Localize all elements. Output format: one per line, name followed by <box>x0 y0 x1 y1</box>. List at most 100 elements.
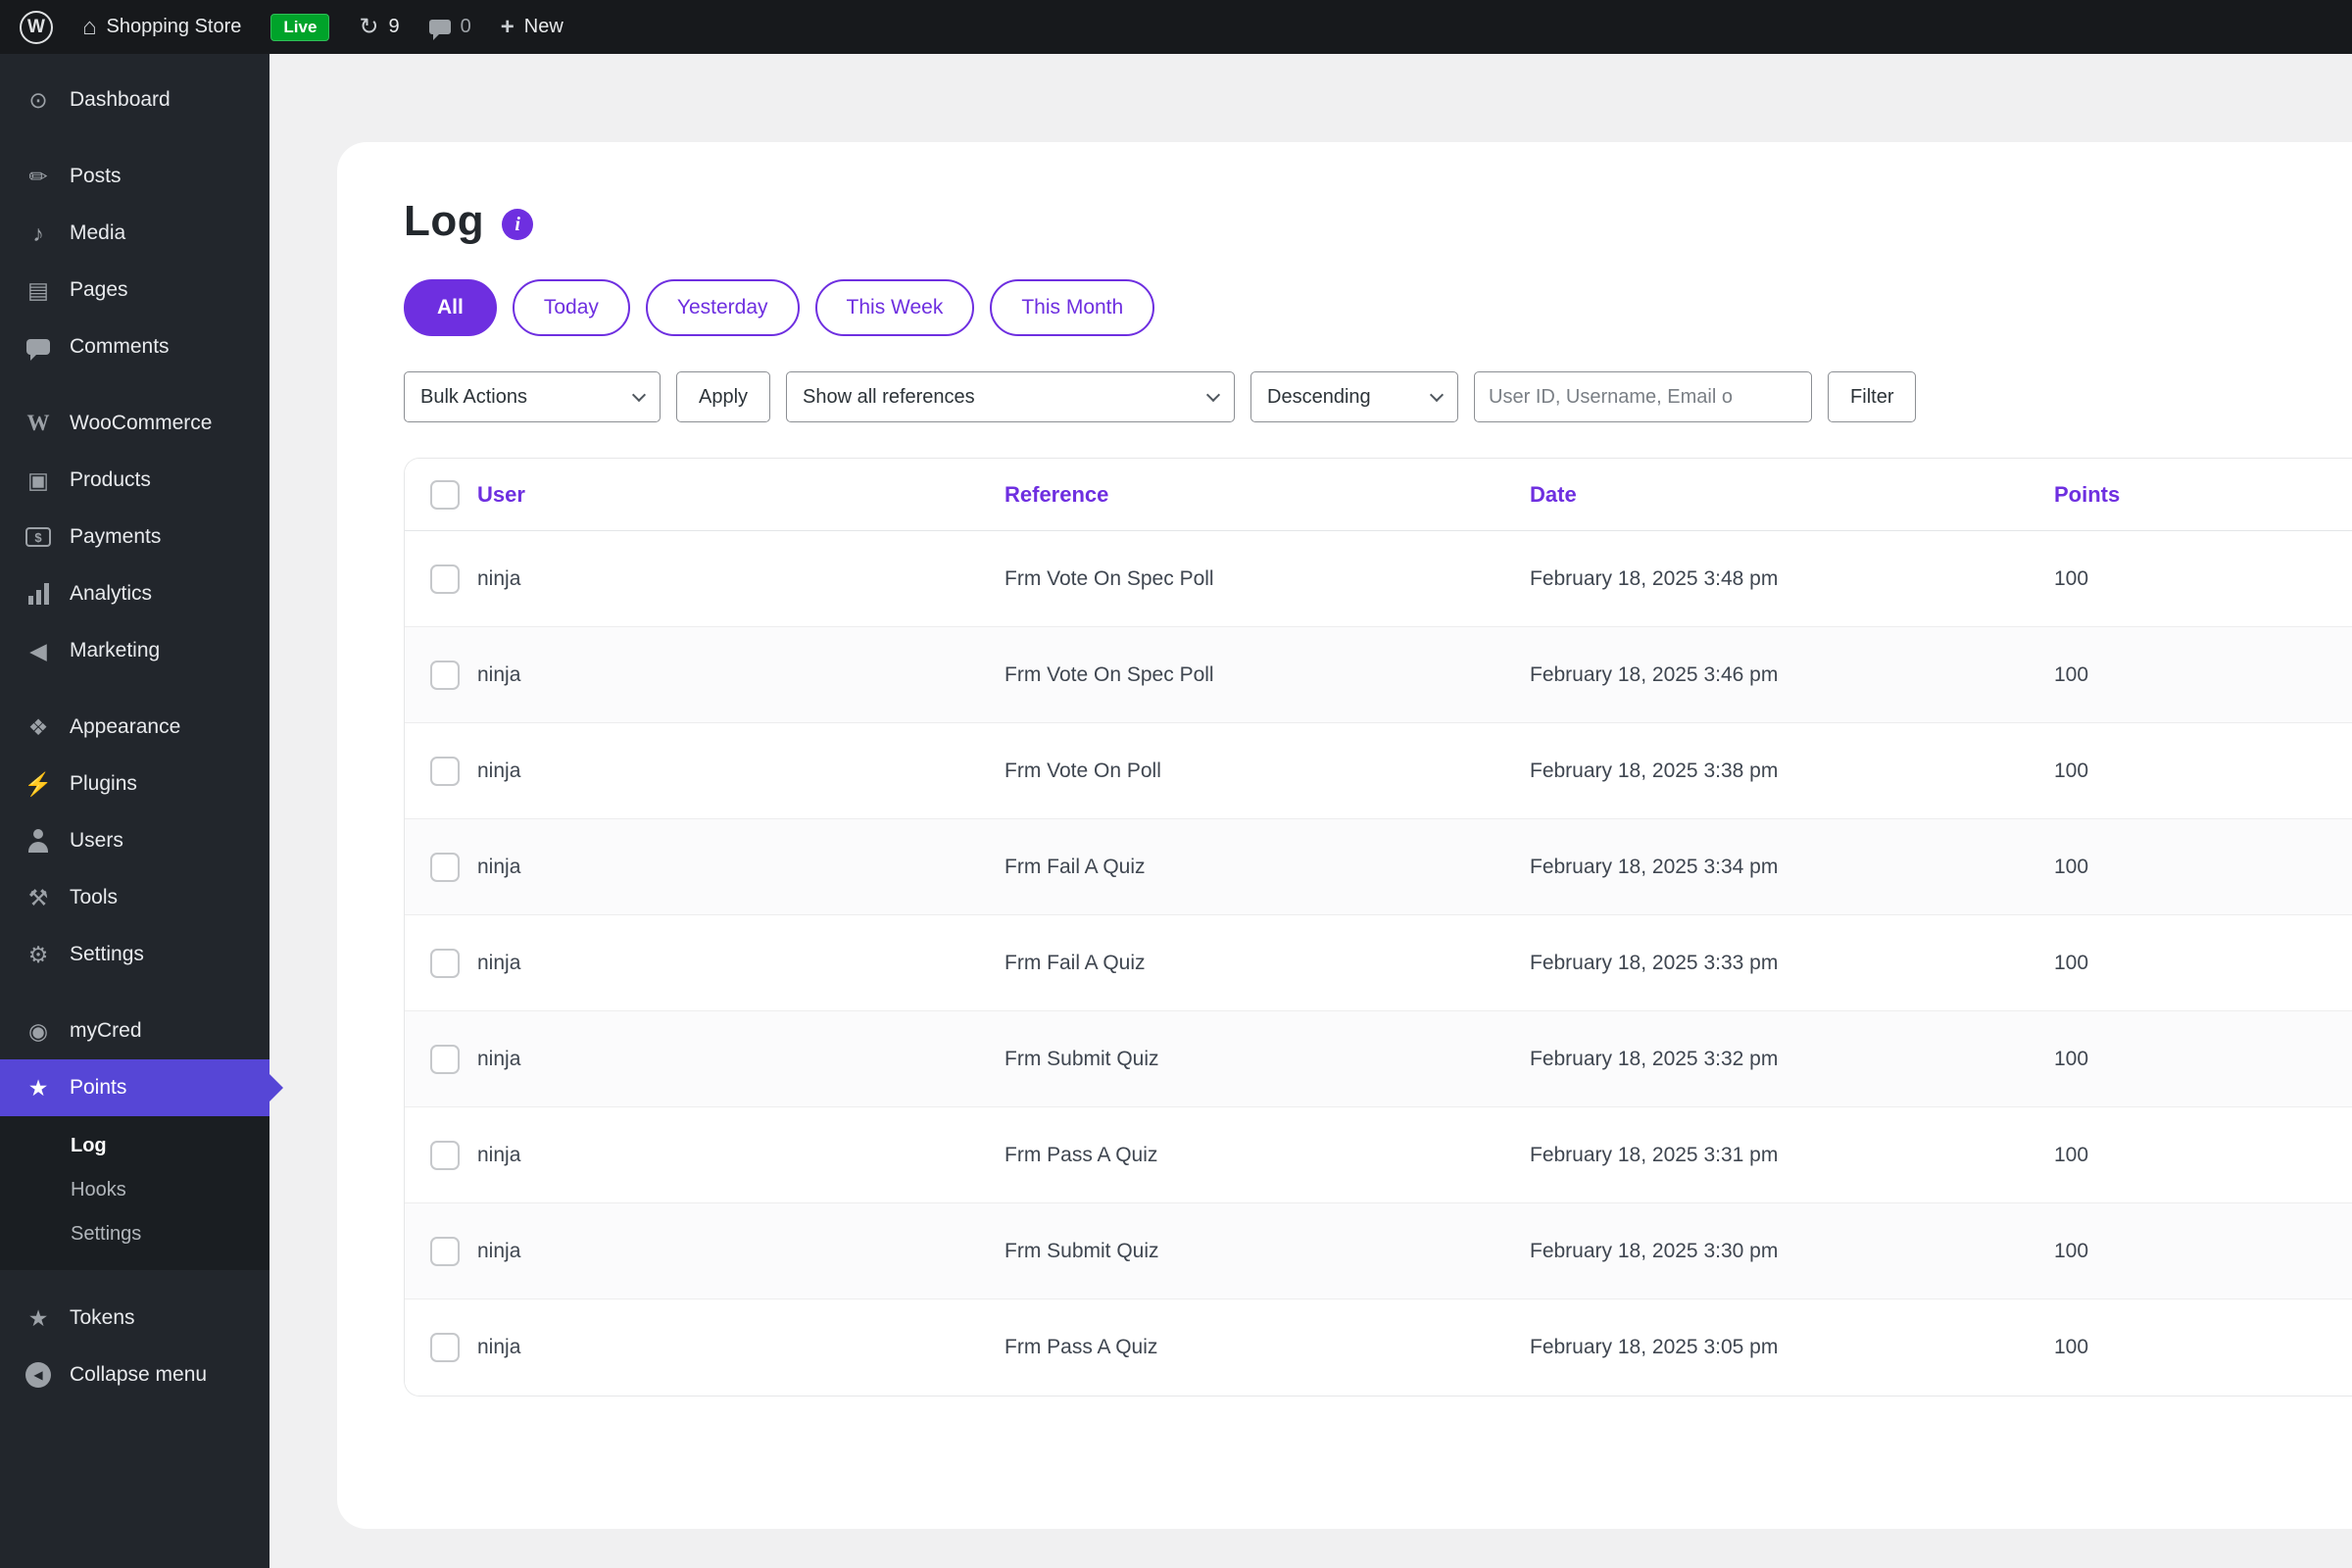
filter-pill-this-week[interactable]: This Week <box>814 279 975 336</box>
sidebar-item-settings[interactable]: ⚙ Settings <box>0 926 270 983</box>
sidebar-item-media[interactable]: ♪ Media <box>0 205 270 262</box>
products-box-icon: ▣ <box>27 466 49 493</box>
site-name-link[interactable]: ⌂ Shopping Store <box>82 13 241 40</box>
sidebar-item-appearance[interactable]: ❖ Appearance <box>0 699 270 756</box>
wp-logo-menu[interactable]: W <box>20 10 53 44</box>
filter-pill-today[interactable]: Today <box>512 279 630 336</box>
order-select[interactable]: Descending <box>1250 371 1459 422</box>
select-all-checkbox[interactable] <box>430 479 460 510</box>
row-checkbox[interactable] <box>430 660 460 690</box>
column-header-points[interactable]: Points <box>2054 482 2352 508</box>
sidebar-item-label: Analytics <box>70 582 153 605</box>
new-content-link[interactable]: + New <box>501 14 564 41</box>
cell-date: February 18, 2025 3:32 pm <box>1530 1047 1779 1070</box>
table-row: ninja Frm Vote On Spec Poll February 18,… <box>405 531 2352 627</box>
sidebar-item-products[interactable]: ▣ Products <box>0 452 270 509</box>
apply-button[interactable]: Apply <box>676 371 771 422</box>
filter-pill-this-month[interactable]: This Month <box>990 279 1155 336</box>
cell-reference: Frm Fail A Quiz <box>1004 855 1146 878</box>
sidebar-item-woocommerce[interactable]: W WooCommerce <box>0 395 270 452</box>
bar-chart-icon <box>22 583 55 605</box>
row-checkbox[interactable] <box>430 948 460 978</box>
submenu-item-settings[interactable]: Settings <box>0 1212 270 1256</box>
sidebar-item-users[interactable]: Users <box>0 812 270 869</box>
references-label: Show all references <box>803 385 975 408</box>
home-icon: ⌂ <box>82 13 97 40</box>
cell-points: 100 <box>2054 855 2089 878</box>
admin-sidebar: ⊙ Dashboard ✏ Posts ♪ Media ▤ Pages Comm… <box>0 54 270 1568</box>
sidebar-item-dashboard[interactable]: ⊙ Dashboard <box>0 72 270 128</box>
row-checkbox[interactable] <box>430 1236 460 1266</box>
cell-user: ninja <box>477 855 521 878</box>
row-checkbox[interactable] <box>430 1044 460 1074</box>
plugin-icon: ⚡ <box>24 770 53 797</box>
cell-reference: Frm Vote On Spec Poll <box>1004 566 1214 590</box>
references-select[interactable]: Show all references <box>786 371 1236 422</box>
filter-button[interactable]: Filter <box>1828 371 1917 422</box>
cell-points: 100 <box>2054 662 2089 686</box>
row-checkbox[interactable] <box>430 756 460 786</box>
sidebar-item-label: Marketing <box>70 639 161 662</box>
updates-link[interactable]: ↻ 9 <box>359 15 400 39</box>
sidebar-item-tools[interactable]: ⚒ Tools <box>0 869 270 926</box>
row-checkbox[interactable] <box>430 564 460 594</box>
chevron-down-icon <box>1429 387 1445 402</box>
sidebar-item-payments[interactable]: $ Payments <box>0 509 270 565</box>
bulk-actions-select[interactable]: Bulk Actions <box>404 371 661 422</box>
row-checkbox[interactable] <box>430 852 460 882</box>
live-badge: Live <box>270 13 330 41</box>
updates-count: 9 <box>388 16 400 37</box>
sidebar-item-mycred[interactable]: ◉ myCred <box>0 1003 270 1059</box>
table-header-row: User Reference Date Points <box>405 459 2352 531</box>
table-row: ninja Frm Vote On Spec Poll February 18,… <box>405 627 2352 723</box>
sidebar-item-comments[interactable]: Comments <box>0 318 270 375</box>
table-controls: Bulk Actions Apply Show all references D… <box>404 371 2352 422</box>
page-header: Log i <box>404 197 2352 246</box>
chevron-down-icon <box>1205 387 1221 402</box>
new-label: New <box>523 16 564 37</box>
order-label: Descending <box>1267 385 1371 408</box>
submenu-item-hooks[interactable]: Hooks <box>0 1168 270 1212</box>
sidebar-item-tokens[interactable]: ★ Tokens <box>0 1290 270 1347</box>
log-page-card: Log i All Today Yesterday This Week This… <box>337 142 2352 1529</box>
cell-reference: Frm Vote On Poll <box>1004 759 1161 782</box>
collapse-arrow-icon: ◀ <box>22 1362 55 1388</box>
sidebar-item-label: Products <box>70 468 151 491</box>
sidebar-item-label: Users <box>70 829 123 852</box>
cell-points: 100 <box>2054 1336 2089 1358</box>
column-header-user[interactable]: User <box>477 482 1004 508</box>
cell-points: 100 <box>2054 1143 2089 1166</box>
pages-icon: ▤ <box>27 276 49 303</box>
sidebar-item-plugins[interactable]: ⚡ Plugins <box>0 756 270 812</box>
collapse-menu-button[interactable]: ◀ Collapse menu <box>0 1347 270 1403</box>
info-icon[interactable]: i <box>502 209 534 240</box>
filter-pill-yesterday[interactable]: Yesterday <box>645 279 800 336</box>
filter-pill-all[interactable]: All <box>404 279 497 336</box>
cell-user: ninja <box>477 1239 521 1262</box>
time-filter-pills: All Today Yesterday This Week This Month <box>404 279 2352 336</box>
cell-reference: Frm Fail A Quiz <box>1004 951 1146 974</box>
log-table: User Reference Date Points ninja Frm Vot… <box>404 458 2352 1396</box>
row-checkbox[interactable] <box>430 1140 460 1170</box>
column-header-date[interactable]: Date <box>1530 482 2054 508</box>
row-checkbox[interactable] <box>430 1333 460 1362</box>
search-input[interactable] <box>1474 371 1813 422</box>
sidebar-item-analytics[interactable]: Analytics <box>0 565 270 622</box>
sidebar-item-pages[interactable]: ▤ Pages <box>0 262 270 318</box>
table-row: ninja Frm Pass A Quiz February 18, 2025 … <box>405 1299 2352 1396</box>
sidebar-item-points[interactable]: ★ Points <box>0 1059 270 1116</box>
comments-link[interactable]: 0 <box>428 16 471 40</box>
sidebar-item-label: Settings <box>70 943 144 965</box>
column-header-reference[interactable]: Reference <box>1004 482 1530 508</box>
table-row: ninja Frm Submit Quiz February 18, 2025 … <box>405 1011 2352 1107</box>
sidebar-item-label: Comments <box>70 335 170 358</box>
submenu-item-log[interactable]: Log <box>0 1124 270 1168</box>
sidebar-item-posts[interactable]: ✏ Posts <box>0 148 270 205</box>
sidebar-item-label: Payments <box>70 525 162 548</box>
sidebar-item-label: WooCommerce <box>70 412 213 434</box>
cell-reference: Frm Pass A Quiz <box>1004 1336 1158 1358</box>
sidebar-item-label: Plugins <box>70 772 137 795</box>
live-badge-label: Live <box>270 13 330 41</box>
sidebar-item-marketing[interactable]: ◀ Marketing <box>0 622 270 679</box>
cell-points: 100 <box>2054 1047 2089 1070</box>
